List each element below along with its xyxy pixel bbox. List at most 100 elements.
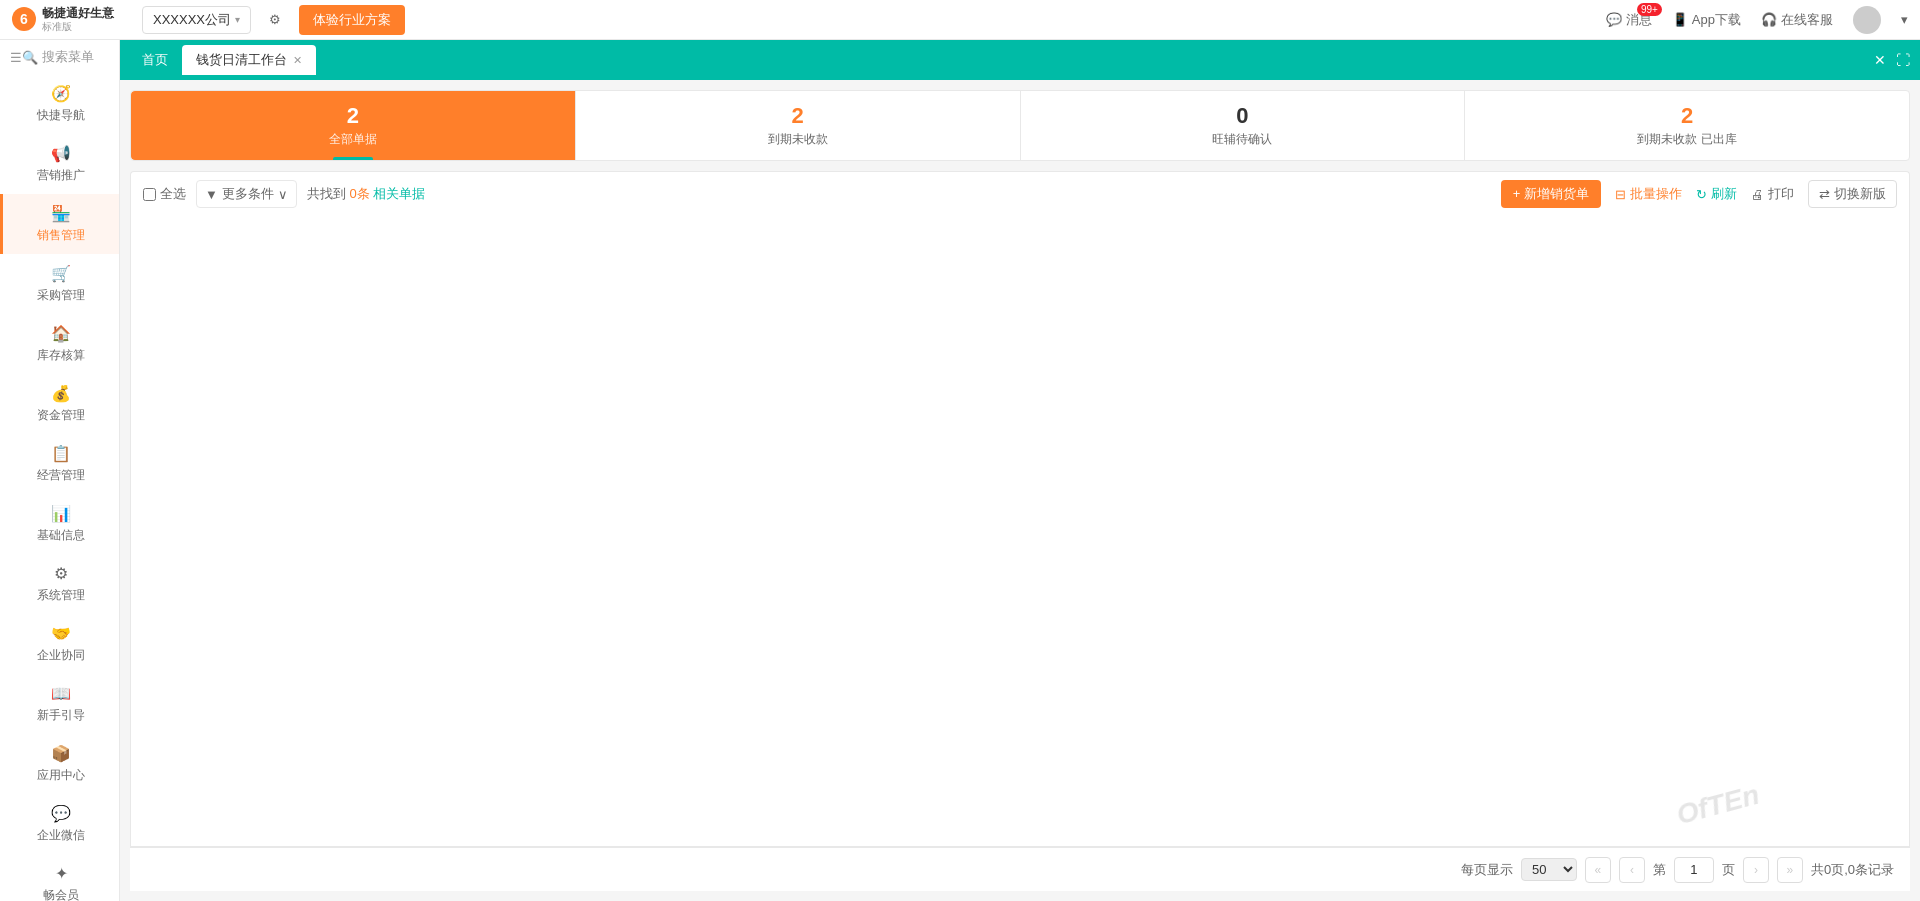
sidebar-item-basic-info[interactable]: 📊 基础信息 bbox=[0, 494, 119, 554]
sidebar-item-label: 销售管理 bbox=[37, 227, 85, 244]
online-service-label: 在线客服 bbox=[1781, 11, 1833, 29]
page-size-label: 每页显示 bbox=[1461, 861, 1513, 879]
system-gear-icon: ⚙ bbox=[54, 564, 68, 583]
select-all-input[interactable] bbox=[143, 188, 156, 201]
last-page-button[interactable]: » bbox=[1777, 857, 1803, 883]
header-right: 💬 消息 99+ 📱 App下载 🎧 在线客服 ▾ bbox=[1606, 6, 1908, 34]
experience-button[interactable]: 体验行业方案 bbox=[299, 5, 405, 35]
table-area bbox=[130, 216, 1910, 847]
sidebar-item-beginner[interactable]: 📖 新手引导 bbox=[0, 674, 119, 734]
logo-text-area: 畅捷通好生意 标准版 bbox=[42, 6, 114, 32]
next-page-button[interactable]: › bbox=[1743, 857, 1769, 883]
sidebar-item-system[interactable]: ⚙ 系统管理 bbox=[0, 554, 119, 614]
print-icon: 🖨 bbox=[1751, 187, 1764, 202]
gear-icon: ⚙ bbox=[269, 12, 281, 27]
content-area: 首页 钱货日清工作台 ✕ ✕ ⛶ 2 全部单据 2 到期未收款 bbox=[120, 40, 1920, 901]
company-selector[interactable]: XXXXXX公司 ▾ bbox=[142, 6, 251, 34]
page-label: 第 bbox=[1653, 861, 1666, 879]
tab-maximize-icon[interactable]: ⛶ bbox=[1896, 52, 1910, 68]
online-service-button[interactable]: 🎧 在线客服 bbox=[1761, 11, 1833, 29]
sidebar-item-label: 资金管理 bbox=[37, 407, 85, 424]
sidebar-item-purchase[interactable]: 🛒 采购管理 bbox=[0, 254, 119, 314]
prev-page-button[interactable]: ‹ bbox=[1619, 857, 1645, 883]
sidebar-item-app-center[interactable]: 📦 应用中心 bbox=[0, 734, 119, 794]
inner-content: 2 全部单据 2 到期未收款 0 旺辅待确认 2 到期未收款 已出库 bbox=[120, 80, 1920, 901]
member-icon: ✦ bbox=[55, 864, 68, 883]
refresh-label: 刷新 bbox=[1711, 185, 1737, 203]
tab-cash-flow[interactable]: 钱货日清工作台 ✕ bbox=[182, 45, 316, 75]
settings-icon-button[interactable]: ⚙ bbox=[261, 6, 289, 34]
search-menu-label: 搜索菜单 bbox=[42, 48, 94, 66]
stat-indicator bbox=[333, 157, 373, 160]
book-icon: 📖 bbox=[51, 684, 71, 703]
cart-icon: 🛒 bbox=[51, 264, 71, 283]
app-download-label: App下载 bbox=[1692, 11, 1741, 29]
batch-op-button[interactable]: ⊟ 批量操作 bbox=[1615, 185, 1682, 203]
sidebar-item-marketing[interactable]: 📢 营销推广 bbox=[0, 134, 119, 194]
chart-icon: 📊 bbox=[51, 504, 71, 523]
batch-op-label: 批量操作 bbox=[1630, 185, 1682, 203]
sidebar-item-label: 新手引导 bbox=[37, 707, 85, 724]
stat-card-overdue-shipped[interactable]: 2 到期未收款 已出库 bbox=[1465, 91, 1909, 160]
mobile-icon: 📱 bbox=[1672, 12, 1688, 27]
user-avatar[interactable] bbox=[1853, 6, 1881, 34]
stat-card-overdue[interactable]: 2 到期未收款 bbox=[576, 91, 1021, 160]
sidebar-item-enterprise[interactable]: 🤝 企业协同 bbox=[0, 614, 119, 674]
refresh-icon: ↻ bbox=[1696, 187, 1707, 202]
stat-number-all: 2 bbox=[347, 103, 359, 129]
sidebar-item-inventory[interactable]: 🏠 库存核算 bbox=[0, 314, 119, 374]
page-size-select[interactable]: 50 100 200 bbox=[1521, 858, 1577, 881]
sidebar-item-member[interactable]: ✦ 畅会员 bbox=[0, 854, 119, 901]
sidebar-item-operations[interactable]: 📋 经营管理 bbox=[0, 434, 119, 494]
tab-close-icon[interactable]: ✕ bbox=[293, 54, 302, 67]
sidebar-item-label: 采购管理 bbox=[37, 287, 85, 304]
chevron-down-icon: ▾ bbox=[235, 14, 240, 25]
filter-button[interactable]: ▼ 更多条件 ∨ bbox=[196, 180, 297, 208]
select-all-checkbox[interactable]: 全选 bbox=[143, 185, 186, 203]
company-name: XXXXXX公司 bbox=[153, 11, 231, 29]
tab-home[interactable]: 首页 bbox=[130, 45, 180, 75]
shop-icon: 🏪 bbox=[51, 204, 71, 223]
box-icon: 📦 bbox=[51, 744, 71, 763]
sidebar: ☰🔍 搜索菜单 🧭 快捷导航 📢 营销推广 🏪 销售管理 🛒 采购管理 🏠 库存… bbox=[0, 40, 120, 901]
house-icon: 🏠 bbox=[51, 324, 71, 343]
sidebar-item-label: 企业微信 bbox=[37, 827, 85, 844]
sidebar-item-finance[interactable]: 💰 资金管理 bbox=[0, 374, 119, 434]
batch-icon: ⊟ bbox=[1615, 187, 1626, 202]
sidebar-item-label: 应用中心 bbox=[37, 767, 85, 784]
page-label-end: 页 bbox=[1722, 861, 1735, 879]
sidebar-item-label: 经营管理 bbox=[37, 467, 85, 484]
stat-card-pending[interactable]: 0 旺辅待确认 bbox=[1021, 91, 1466, 160]
toolbar: 全选 ▼ 更多条件 ∨ 共找到 0条 相关单据 + 新增销货单 bbox=[130, 171, 1910, 216]
filter-label: 更多条件 bbox=[222, 185, 274, 203]
handshake-icon: 🤝 bbox=[51, 624, 71, 643]
tab-bar-controls: ✕ ⛶ bbox=[1874, 52, 1910, 68]
page-number-input[interactable] bbox=[1674, 857, 1714, 883]
toolbar-left: 全选 ▼ 更多条件 ∨ 共找到 0条 相关单据 bbox=[143, 180, 425, 208]
sidebar-item-wechat[interactable]: 💬 企业微信 bbox=[0, 794, 119, 854]
sidebar-item-sales[interactable]: 🏪 销售管理 bbox=[0, 194, 119, 254]
print-button[interactable]: 🖨 打印 bbox=[1751, 185, 1794, 203]
found-text: 共找到 0条 相关单据 bbox=[307, 185, 425, 203]
money-icon: 💰 bbox=[51, 384, 71, 403]
switch-new-button[interactable]: ⇄ 切换新版 bbox=[1808, 180, 1897, 208]
first-page-button[interactable]: « bbox=[1585, 857, 1611, 883]
switch-new-label: 切换新版 bbox=[1834, 185, 1886, 203]
sidebar-item-quick-nav[interactable]: 🧭 快捷导航 bbox=[0, 74, 119, 134]
search-menu-button[interactable]: ☰🔍 搜索菜单 bbox=[0, 40, 119, 74]
search-icon: ☰🔍 bbox=[10, 50, 38, 65]
user-name-area[interactable]: ▾ bbox=[1901, 12, 1908, 27]
clipboard-icon: 📋 bbox=[51, 444, 71, 463]
new-sale-button[interactable]: + 新增销货单 bbox=[1501, 180, 1601, 208]
message-button[interactable]: 💬 消息 99+ bbox=[1606, 11, 1652, 29]
tab-minimize-icon[interactable]: ✕ bbox=[1874, 52, 1886, 68]
related-link[interactable]: 相关单据 bbox=[373, 186, 425, 201]
app-download-button[interactable]: 📱 App下载 bbox=[1672, 11, 1741, 29]
switch-icon: ⇄ bbox=[1819, 187, 1830, 202]
megaphone-icon: 📢 bbox=[51, 144, 71, 163]
stat-card-all[interactable]: 2 全部单据 bbox=[131, 91, 576, 160]
logo-sub: 标准版 bbox=[42, 21, 114, 33]
found-prefix: 共找到 bbox=[307, 186, 346, 201]
refresh-button[interactable]: ↻ 刷新 bbox=[1696, 185, 1737, 203]
tab-label: 钱货日清工作台 bbox=[196, 51, 287, 69]
